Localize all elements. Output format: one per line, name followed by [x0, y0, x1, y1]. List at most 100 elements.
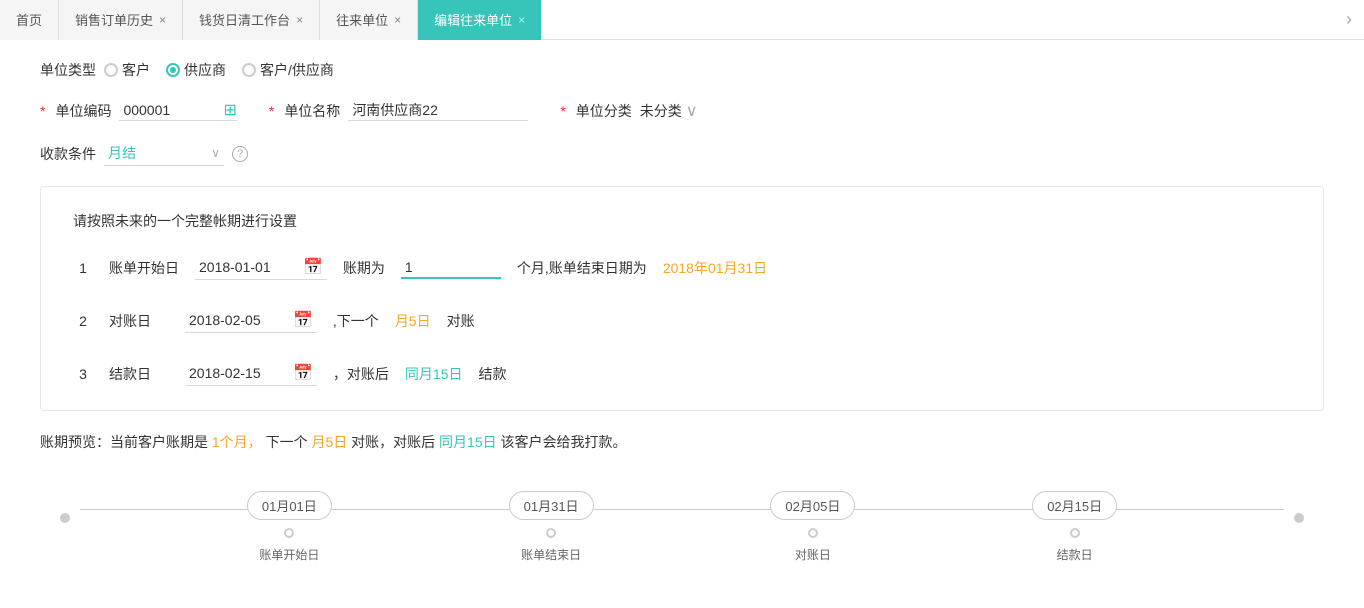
tab-edit-partner-close[interactable]: ×: [518, 13, 525, 27]
classify-chevron-icon: ∨: [686, 101, 698, 121]
row2-label: 对账日: [109, 311, 169, 331]
row3-calendar-icon[interactable]: 📅: [293, 363, 313, 383]
payment-value: 月结: [108, 143, 207, 163]
settings-row-1: 1 账单开始日 📅 账期为 个月,账单结束日期为 2018年01月31日: [73, 255, 1291, 280]
tab-partner-close[interactable]: ×: [394, 13, 401, 27]
unit-name-input[interactable]: [348, 100, 528, 121]
payment-row: 收款条件 月结 ∨ ?: [40, 141, 1324, 166]
unit-name-star: *: [269, 103, 274, 119]
radio-both-label: 客户/供应商: [260, 60, 334, 80]
payment-label: 收款条件: [40, 144, 96, 164]
unit-code-star: *: [40, 103, 45, 119]
timeline-circle-4: [1070, 528, 1080, 538]
unit-type-label: 单位类型: [40, 60, 96, 80]
tab-cash-work[interactable]: 钱货日清工作台 ×: [183, 0, 320, 40]
row3-desc-highlight: 同月15日: [405, 364, 463, 384]
row3-num: 3: [73, 366, 93, 382]
unit-classify-label: 单位分类: [576, 101, 632, 121]
timeline-circle-3: [808, 528, 818, 538]
payment-help-icon[interactable]: ?: [232, 146, 248, 162]
unit-code-label: 单位编码: [55, 101, 111, 121]
preview-text: 账期预览：当前客户账期是 1个月， 下一个 月5日 对账，对账后 同月15日 该…: [40, 431, 1324, 453]
row2-desc-prefix: ,下一个: [333, 311, 379, 331]
radio-supplier-label: 供应商: [184, 60, 226, 80]
timeline-tag-4: 02月15日: [1032, 491, 1117, 520]
preview-highlight2: 月5日: [311, 434, 347, 450]
tab-home[interactable]: 首页: [0, 0, 59, 40]
tab-cash-work-label: 钱货日清工作台: [199, 10, 290, 29]
radio-customer[interactable]: 客户: [104, 60, 150, 80]
row3-desc-suffix: 结款: [479, 364, 507, 384]
payment-chevron-icon: ∨: [211, 146, 220, 160]
preview-label: 账期预览：当前客户账期是: [40, 434, 208, 450]
unit-code-input-wrapper: ⊞: [119, 100, 236, 121]
row3-label: 结款日: [109, 364, 169, 384]
row2-num: 2: [73, 313, 93, 329]
unit-code-input[interactable]: [119, 100, 219, 120]
payment-select[interactable]: 月结 ∨: [104, 141, 224, 166]
row1-date-input[interactable]: [199, 259, 299, 275]
tab-edit-partner[interactable]: 编辑往来单位 ×: [418, 0, 542, 40]
tab-partner[interactable]: 往来单位 ×: [320, 0, 418, 40]
radio-both[interactable]: 客户/供应商: [242, 60, 334, 80]
timeline-tag-1: 01月01日: [247, 491, 332, 520]
unit-type-row: 单位类型 客户 供应商 客户/供应商: [40, 60, 1324, 80]
timeline-tag-3: 02月05日: [770, 491, 855, 520]
row1-num: 1: [73, 260, 93, 276]
tabs-bar: 首页 销售订单历史 × 钱货日清工作台 × 往来单位 × 编辑往来单位 × ›: [0, 0, 1364, 40]
radio-supplier-circle: [166, 63, 180, 77]
settings-box: 请按照未来的一个完整帐期进行设置 1 账单开始日 📅 账期为 个月,账单结束日期…: [40, 186, 1324, 411]
timeline-end-dot: [1294, 513, 1304, 523]
unit-code-copy-icon[interactable]: ⊞: [223, 100, 236, 120]
unit-code-group: * 单位编码 ⊞: [40, 100, 237, 121]
row3-date-group: 📅: [185, 361, 317, 386]
unit-classify-star: *: [560, 103, 565, 119]
settings-row-3: 3 结款日 📅 ，对账后 同月15日 结款: [73, 361, 1291, 386]
timeline-tag-2: 01月31日: [509, 491, 594, 520]
row1-date-group: 📅: [195, 255, 327, 280]
row2-calendar-icon[interactable]: 📅: [293, 310, 313, 330]
timeline-circle-2: [546, 528, 556, 538]
timeline-point-1: 01月01日 账单开始日: [247, 491, 332, 563]
timeline-point-3: 02月05日 对账日: [770, 491, 855, 563]
preview-text3: 该客户会给我打款。: [501, 434, 627, 450]
settings-row-2: 2 对账日 📅 ,下一个 月5日 对账: [73, 308, 1291, 333]
row1-end-date: 2018年01月31日: [663, 258, 767, 278]
row1-period-suffix: 个月,账单结束日期为: [517, 258, 647, 278]
radio-customer-circle: [104, 63, 118, 77]
row1-calendar-icon[interactable]: 📅: [303, 257, 323, 277]
payment-group: 收款条件 月结 ∨ ?: [40, 141, 248, 166]
unit-type-group: 单位类型 客户 供应商 客户/供应商: [40, 60, 334, 80]
tab-sales-order-close[interactable]: ×: [159, 13, 166, 27]
unit-classify-value: 未分类: [640, 101, 682, 121]
settings-title: 请按照未来的一个完整帐期进行设置: [73, 211, 1291, 231]
tab-partner-label: 往来单位: [336, 10, 388, 29]
row1-period-input[interactable]: [401, 257, 501, 279]
unit-info-row: * 单位编码 ⊞ * 单位名称 * 单位分类 未分类 ∨: [40, 100, 1324, 121]
start-circle: [60, 513, 70, 523]
preview-text1: 下一个: [266, 434, 308, 450]
tabs-more-button[interactable]: ›: [1334, 9, 1364, 30]
row3-desc-prefix: ，对账后: [333, 364, 389, 384]
tab-cash-work-close[interactable]: ×: [296, 13, 303, 27]
unit-name-label: 单位名称: [284, 101, 340, 121]
row2-date-input[interactable]: [189, 312, 289, 328]
preview-text2: 对账，对账后: [351, 434, 435, 450]
timeline-point-4: 02月15日 结款日: [1032, 491, 1117, 563]
tab-sales-order[interactable]: 销售订单历史 ×: [59, 0, 183, 40]
timeline-start-dot: [60, 513, 70, 523]
unit-name-group: * 单位名称: [269, 100, 528, 121]
end-circle: [1294, 513, 1304, 523]
radio-supplier[interactable]: 供应商: [166, 60, 226, 80]
row1-period-prefix: 账期为: [343, 258, 385, 278]
unit-classify-group: * 单位分类 未分类 ∨: [560, 101, 819, 121]
preview-highlight1: 1个月，: [212, 434, 262, 450]
timeline-label-3: 对账日: [795, 546, 831, 563]
row3-date-input[interactable]: [189, 365, 289, 381]
unit-classify-select[interactable]: 未分类 ∨: [640, 101, 820, 121]
radio-both-circle: [242, 63, 256, 77]
tab-sales-order-label: 销售订单历史: [75, 10, 153, 29]
preview-highlight3: 同月15日: [439, 434, 497, 450]
timeline-circle-1: [284, 528, 294, 538]
tab-home-label: 首页: [16, 10, 42, 29]
